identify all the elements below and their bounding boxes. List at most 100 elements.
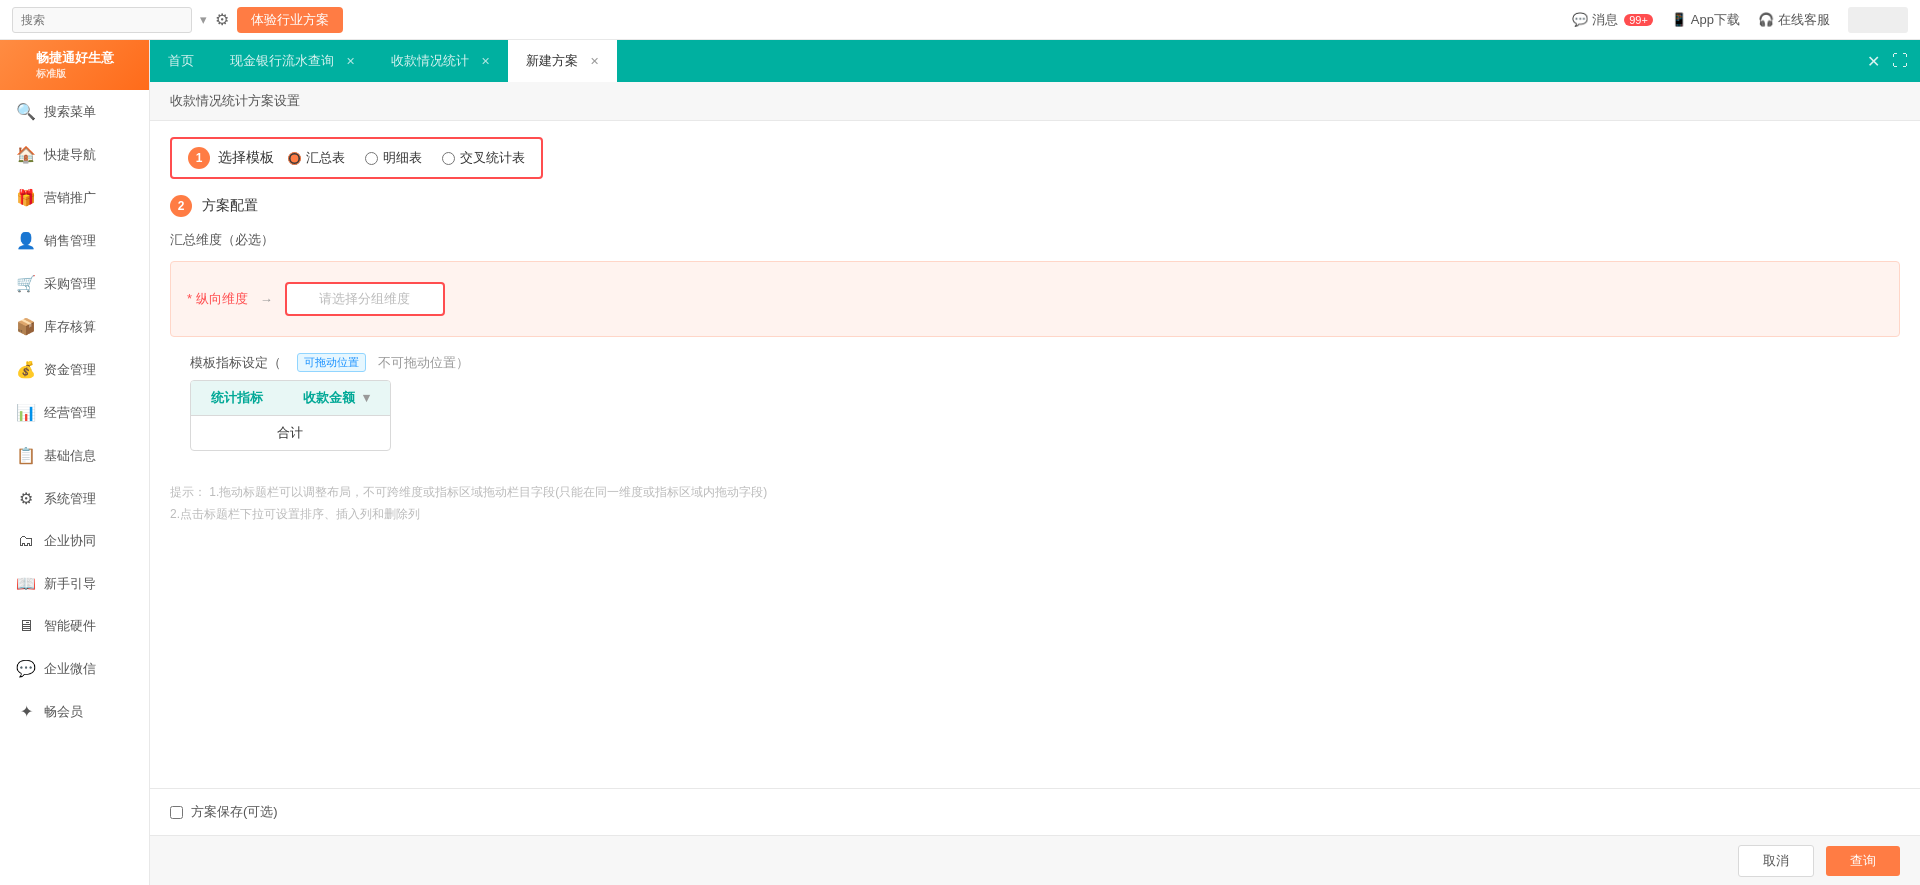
monitor-icon: 🖥 <box>16 617 36 635</box>
home-icon: 🏠 <box>16 145 36 164</box>
dim-select-box[interactable]: 请选择分组维度 <box>285 282 445 316</box>
top-bar-right: 💬 消息 99+ 📱 App下载 🎧 在线客服 <box>1572 7 1908 33</box>
tab-receipt[interactable]: 收款情况统计 ✕ <box>373 40 508 82</box>
sidebar-item-member[interactable]: ✦ 畅会员 <box>0 690 149 733</box>
top-bar-left: ▾ ⚙ 体验行业方案 <box>12 7 343 33</box>
stat-total-cell: 合计 <box>191 416 390 451</box>
tab-new-plan[interactable]: 新建方案 ✕ <box>508 40 617 82</box>
messages-link[interactable]: 💬 消息 99+ <box>1572 11 1653 29</box>
dim-section-title: 汇总维度（必选） <box>170 231 1900 249</box>
logo-sub: 标准版 <box>36 67 114 81</box>
sidebar-item-label: 销售管理 <box>44 232 96 250</box>
top-bar: ▾ ⚙ 体验行业方案 💬 消息 99+ 📱 App下载 🎧 在线客服 <box>0 0 1920 40</box>
sidebar-item-base[interactable]: 📋 基础信息 <box>0 434 149 477</box>
gift-icon: 🎁 <box>16 188 36 207</box>
wechat-icon: 💬 <box>16 659 36 678</box>
tab-new-plan-label: 新建方案 <box>526 52 578 70</box>
tab-home[interactable]: 首页 <box>150 40 212 82</box>
sidebar-item-label: 搜索菜单 <box>44 103 96 121</box>
step2-title: 方案配置 <box>202 197 258 215</box>
search-input[interactable] <box>12 7 192 33</box>
sidebar-item-hardware[interactable]: 🖥 智能硬件 <box>0 605 149 647</box>
save-checkbox[interactable] <box>170 806 183 819</box>
book-icon: 📖 <box>16 574 36 593</box>
sidebar-item-nav[interactable]: 🏠 快捷导航 <box>0 133 149 176</box>
non-draggable-badge: 不可拖动位置） <box>378 354 469 372</box>
indicator-title: 模板指标设定（ <box>190 354 281 372</box>
tab-receipt-close[interactable]: ✕ <box>481 55 490 68</box>
page-title: 收款情况统计方案设置 <box>170 93 300 108</box>
member-icon: ✦ <box>16 702 36 721</box>
cart-icon: 🛒 <box>16 274 36 293</box>
dim-placeholder: 请选择分组维度 <box>319 290 410 308</box>
stat-table: 统计指标 收款金额 ▾ <box>191 381 390 450</box>
sidebar-item-marketing[interactable]: 🎁 营销推广 <box>0 176 149 219</box>
indicator-label-row: 模板指标设定（ 可拖动位置 不可拖动位置） <box>190 353 1880 372</box>
settings-gear-icon[interactable]: ⚙ <box>215 10 229 29</box>
sidebar-item-finance[interactable]: 💰 资金管理 <box>0 348 149 391</box>
sidebar-item-label: 快捷导航 <box>44 146 96 164</box>
app-download-link[interactable]: 📱 App下载 <box>1671 11 1740 29</box>
dropdown-arrow-icon[interactable]: ▾ <box>200 12 207 27</box>
radio-cross[interactable]: 交叉统计表 <box>442 149 525 167</box>
industry-btn[interactable]: 体验行业方案 <box>237 7 343 33</box>
radio-summary-label: 汇总表 <box>306 149 345 167</box>
tab-cashflow[interactable]: 现金银行流水查询 ✕ <box>212 40 373 82</box>
sidebar-item-operation[interactable]: 📊 经营管理 <box>0 391 149 434</box>
sidebar-item-wechat[interactable]: 💬 企业微信 <box>0 647 149 690</box>
sidebar-item-label: 系统管理 <box>44 490 96 508</box>
radio-cross-label: 交叉统计表 <box>460 149 525 167</box>
footer: 取消 查询 <box>150 835 1920 885</box>
app-icon: 📱 <box>1671 12 1687 27</box>
online-service-link[interactable]: 🎧 在线客服 <box>1758 11 1830 29</box>
sidebar-item-inventory[interactable]: 📦 库存核算 <box>0 305 149 348</box>
page-content: 收款情况统计方案设置 1 选择模板 <box>150 82 1920 835</box>
template-radio-group: 汇总表 明细表 交叉统计表 <box>288 149 525 167</box>
gear-icon: ⚙ <box>16 489 36 508</box>
sidebar-item-label: 畅会员 <box>44 703 83 721</box>
user-icon: 👤 <box>16 231 36 250</box>
step1-badge: 1 <box>188 147 210 169</box>
sidebar-item-sales[interactable]: 👤 销售管理 <box>0 219 149 262</box>
dimension-area: * 纵向维度 → 请选择分组维度 <box>170 261 1900 337</box>
sidebar-item-label: 新手引导 <box>44 575 96 593</box>
tab-receipt-label: 收款情况统计 <box>391 52 469 70</box>
stat-col-header[interactable]: 收款金额 ▾ <box>283 381 390 416</box>
tab-cashflow-close[interactable]: ✕ <box>346 55 355 68</box>
step1-title: 选择模板 <box>218 149 274 167</box>
sidebar-item-label: 基础信息 <box>44 447 96 465</box>
message-badge: 99+ <box>1624 14 1653 26</box>
tip-1: 提示： 1.拖动标题栏可以调整布局，不可跨维度或指标区域拖动栏目字段(只能在同一… <box>170 482 1900 504</box>
sidebar-item-collab[interactable]: 🗂 企业协同 <box>0 520 149 562</box>
save-option: 方案保存(可选) <box>150 788 1920 835</box>
sidebar-item-search[interactable]: 🔍 搜索菜单 <box>0 90 149 133</box>
radio-summary[interactable]: 汇总表 <box>288 149 345 167</box>
step1-section: 1 选择模板 汇总表 明细表 <box>150 121 1920 195</box>
cancel-button[interactable]: 取消 <box>1738 845 1814 877</box>
query-button[interactable]: 查询 <box>1826 846 1900 876</box>
draggable-badge: 可拖动位置 <box>297 353 366 372</box>
step2-section: 2 方案配置 汇总维度（必选） * 纵向维度 → 请选择分组维度 <box>150 195 1920 470</box>
page-inner: 收款情况统计方案设置 1 选择模板 <box>150 82 1920 835</box>
logo-text: 畅捷通好生意 <box>36 49 114 67</box>
sidebar-item-guide[interactable]: 📖 新手引导 <box>0 562 149 605</box>
tab-new-plan-close[interactable]: ✕ <box>590 55 599 68</box>
dim-row: * 纵向维度 → 请选择分组维度 <box>187 282 1883 316</box>
step2-badge: 2 <box>170 195 192 217</box>
indicator-section: 模板指标设定（ 可拖动位置 不可拖动位置） 统计指标 <box>170 353 1900 454</box>
close-window-icon[interactable]: ✕ <box>1867 52 1880 71</box>
maximize-icon[interactable]: ⛶ <box>1892 52 1908 70</box>
main-layout: 畅捷通好生意 标准版 🔍 搜索菜单 🏠 快捷导航 🎁 营销推广 👤 销售管理 🛒… <box>0 40 1920 885</box>
sidebar-item-label: 企业协同 <box>44 532 96 550</box>
search-icon: 🔍 <box>16 102 36 121</box>
sidebar-item-label: 采购管理 <box>44 275 96 293</box>
user-avatar[interactable] <box>1848 7 1908 33</box>
sidebar-item-system[interactable]: ⚙ 系统管理 <box>0 477 149 520</box>
page-header: 收款情况统计方案设置 <box>150 82 1920 121</box>
col-dropdown-arrow-icon[interactable]: ▾ <box>363 390 370 405</box>
sidebar-logo: 畅捷通好生意 标准版 <box>0 40 149 90</box>
radio-detail[interactable]: 明细表 <box>365 149 422 167</box>
stat-table-wrap: 统计指标 收款金额 ▾ <box>190 380 391 451</box>
tab-cashflow-label: 现金银行流水查询 <box>230 52 334 70</box>
sidebar-item-purchase[interactable]: 🛒 采购管理 <box>0 262 149 305</box>
